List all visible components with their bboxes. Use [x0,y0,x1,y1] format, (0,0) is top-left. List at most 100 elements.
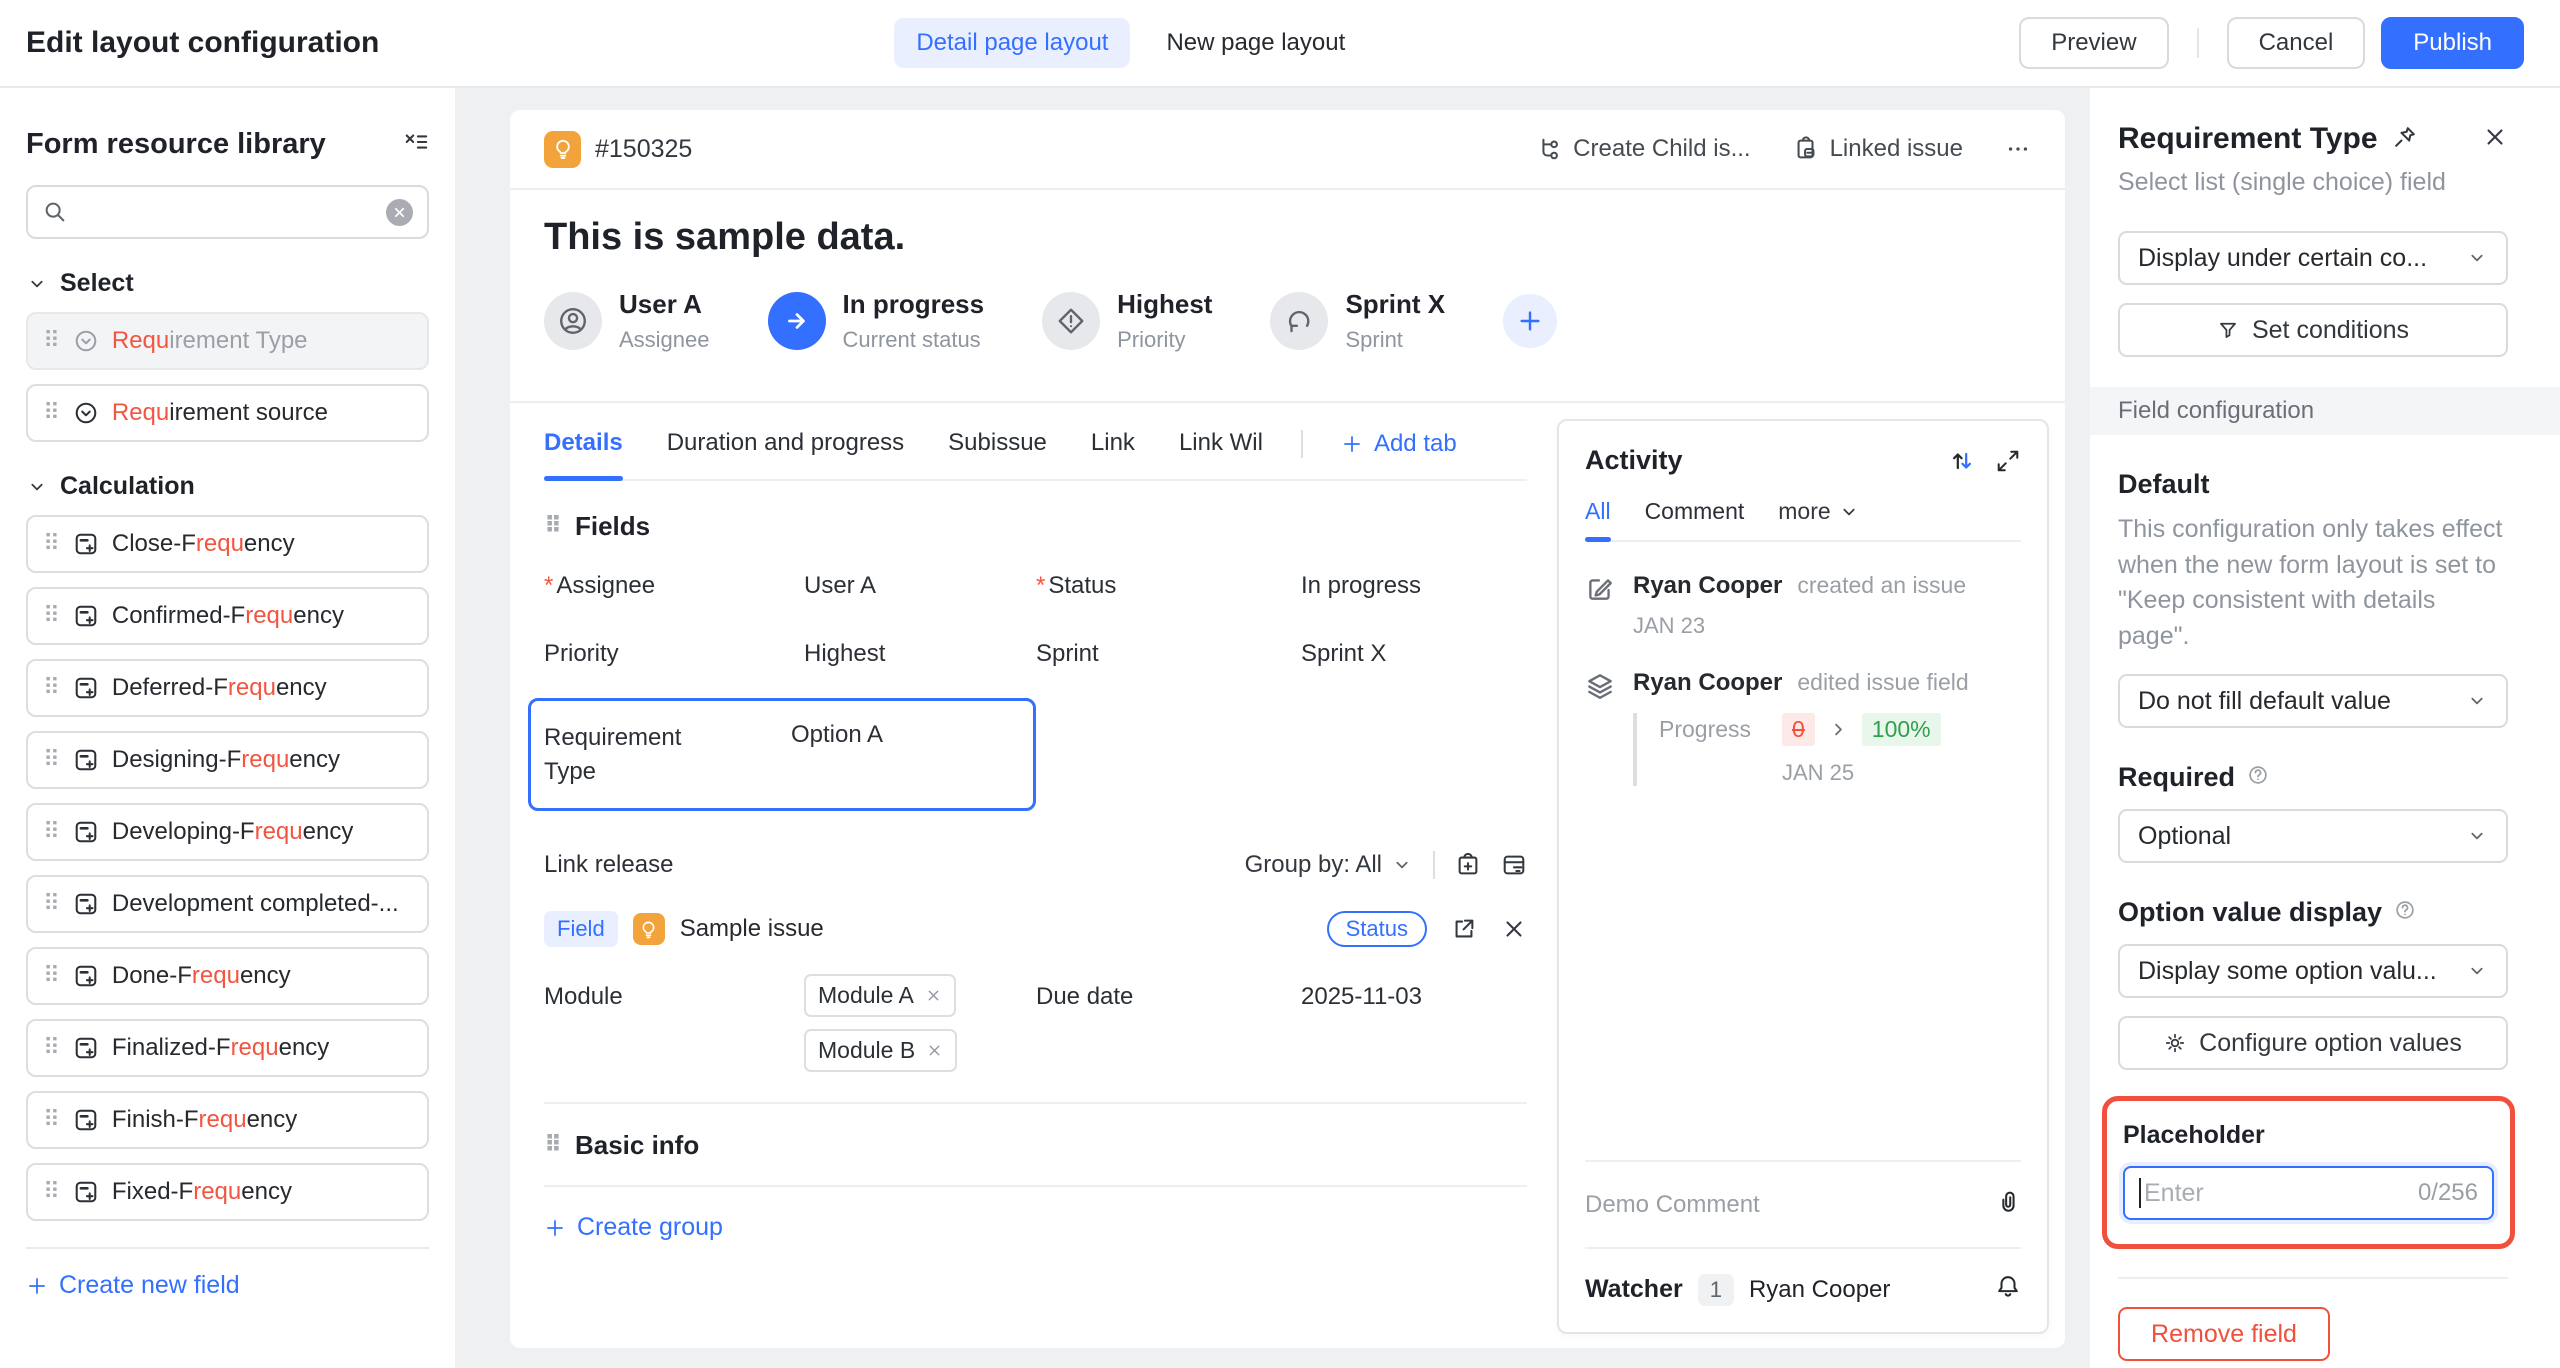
search-input[interactable] [78,198,376,226]
default-value-dropdown[interactable]: Do not fill default value [2118,674,2508,728]
create-child-issue-button[interactable]: Create Child is... [1536,135,1751,163]
clear-search-icon[interactable] [386,198,413,226]
board-filter-icon[interactable] [1501,852,1527,878]
field-value-status[interactable]: In progress [1301,572,1527,600]
library-item-close-frequency[interactable]: ⠿ Close-Frequency [26,515,429,573]
field-label: Requirement source [111,399,328,426]
comment-placeholder[interactable]: Demo Comment [1585,1191,1760,1219]
library-item-finalized-frequency[interactable]: ⠿ Finalized-Frequency [26,1019,429,1077]
chevron-down-icon [26,273,48,295]
activity-user[interactable]: Ryan Cooper [1633,669,1782,697]
activity-tab-more[interactable]: more [1778,498,1859,540]
module-tag[interactable]: Module A [804,974,956,1018]
library-item-requirement-type[interactable]: ⠿ Requirement Type [26,312,429,370]
add-tab-button[interactable]: Add tab [1341,430,1457,458]
add-release-icon[interactable] [1455,852,1481,878]
select-field-icon [73,400,99,426]
tab-details[interactable]: Details [544,429,623,481]
tab-subissue[interactable]: Subissue [948,429,1047,479]
create-new-field-button[interactable]: Create new field [26,1271,240,1300]
attribute-status[interactable]: In progress Current status [767,289,984,353]
module-tag[interactable]: Module B [804,1029,958,1073]
library-item-deferred-frequency[interactable]: ⠿ Deferred-Frequency [26,659,429,717]
sort-order-icon[interactable] [1949,448,1975,474]
remove-tag-icon[interactable] [925,987,942,1004]
divider [2118,1277,2508,1279]
add-attribute-button[interactable] [1503,294,1558,348]
tab-link-wil[interactable]: Link Wil [1179,429,1263,479]
open-external-icon[interactable] [1451,916,1477,942]
attribute-assignee[interactable]: User A Assignee [544,289,710,353]
calculation-field-icon [73,1179,99,1205]
edit-icon [1585,574,1615,604]
close-icon[interactable] [1501,916,1527,942]
field-label: Development completed-... [111,890,399,917]
option-value-display-label: Option value display [2118,897,2508,928]
cancel-button[interactable]: Cancel [2226,17,2366,69]
section-calculation[interactable]: Calculation [26,472,429,501]
library-item-developing-frequency[interactable]: ⠿ Developing-Frequency [26,803,429,861]
field-value-sprint[interactable]: Sprint X [1301,640,1527,668]
activity-user[interactable]: Ryan Cooper [1633,572,1782,600]
field-value-assignee[interactable]: User A [804,572,1036,600]
linked-issue-button[interactable]: Linked issue [1793,135,1963,163]
option-value-display-dropdown[interactable]: Display some option valu... [2118,944,2508,998]
expand-icon[interactable] [1995,448,2021,474]
tab-new-page-layout[interactable]: New page layout [1144,18,1367,68]
module-row: Module Module A Module B Due date 2025-1… [544,974,1527,1073]
required-dropdown[interactable]: Optional [2118,809,2508,863]
publish-button[interactable]: Publish [2381,17,2524,69]
plus-icon [26,1275,48,1297]
library-item-confirmed-frequency[interactable]: ⠿ Confirmed-Frequency [26,587,429,645]
tab-duration-and-progress[interactable]: Duration and progress [667,429,904,479]
activity-tab-all[interactable]: All [1585,498,1611,542]
bell-icon[interactable] [1995,1273,2021,1306]
pin-icon[interactable] [2392,124,2418,155]
tab-detail-page-layout[interactable]: Detail page layout [894,18,1131,68]
attachment-icon[interactable] [1995,1188,2021,1221]
activity-tabs: All Comment more [1585,498,2021,542]
activity-date: JAN 23 [1633,613,1706,638]
library-item-designing-frequency[interactable]: ⠿ Designing-Frequency [26,731,429,789]
library-item-requirement-source[interactable]: ⠿ Requirement source [26,384,429,442]
library-item-fixed-frequency[interactable]: ⠿ Fixed-Frequency [26,1163,429,1221]
section-select[interactable]: Select [26,269,429,298]
collapse-panel-icon[interactable] [403,129,429,160]
linked-issue-title[interactable]: Sample issue [680,915,824,943]
activity-tab-comment[interactable]: Comment [1645,498,1745,540]
library-item-finish-frequency[interactable]: ⠿ Finish-Frequency [26,1091,429,1149]
preview-button[interactable]: Preview [2019,17,2169,69]
gear-icon [2164,1032,2186,1054]
basic-info-section-header[interactable]: ⠿ Basic info [544,1130,1527,1161]
configure-option-values-button[interactable]: Configure option values [2118,1016,2508,1070]
fields-section-header[interactable]: ⠿ Fields [544,511,1527,542]
library-item-development-completed[interactable]: ⠿ Development completed-... [26,875,429,933]
requirement-type-icon [544,130,581,168]
drag-handle-icon: ⠿ [544,1132,562,1159]
remove-field-button[interactable]: Remove field [2118,1307,2330,1361]
watcher-name[interactable]: Ryan Cooper [1749,1276,1890,1304]
set-conditions-button[interactable]: Set conditions [2118,303,2508,357]
group-by-dropdown[interactable]: Group by: All [1245,851,1413,879]
remove-tag-icon[interactable] [926,1042,943,1059]
activity-action: edited issue field [1797,669,1969,695]
close-icon[interactable] [2482,124,2508,155]
tab-link[interactable]: Link [1091,429,1135,479]
placeholder-input[interactable] [2144,1178,2415,1208]
field-label-sprint: Sprint [1036,640,1099,667]
field-type-subtitle: Select list (single choice) field [2118,168,2446,196]
field-value-due-date[interactable]: 2025-11-03 [1301,983,1527,1011]
create-group-button[interactable]: Create group [544,1213,723,1242]
help-icon[interactable] [2247,762,2269,793]
more-actions-button[interactable] [2005,136,2031,162]
selected-field-requirement-type[interactable]: Requirement Type Option A [528,698,1036,812]
status-badge[interactable]: Status [1326,911,1427,948]
issue-preview-card: #150325 Create Child is... Linked issue [510,110,2065,1348]
help-icon[interactable] [2394,897,2416,928]
attribute-priority[interactable]: Highest Priority [1042,289,1212,353]
attribute-sprint[interactable]: Sprint X Sprint [1270,289,1445,353]
library-item-done-frequency[interactable]: ⠿ Done-Frequency [26,947,429,1005]
display-condition-dropdown[interactable]: Display under certain co... [2118,231,2508,285]
module-tags: Module A Module B [804,974,1036,1073]
field-value-priority[interactable]: Highest [804,640,1036,668]
